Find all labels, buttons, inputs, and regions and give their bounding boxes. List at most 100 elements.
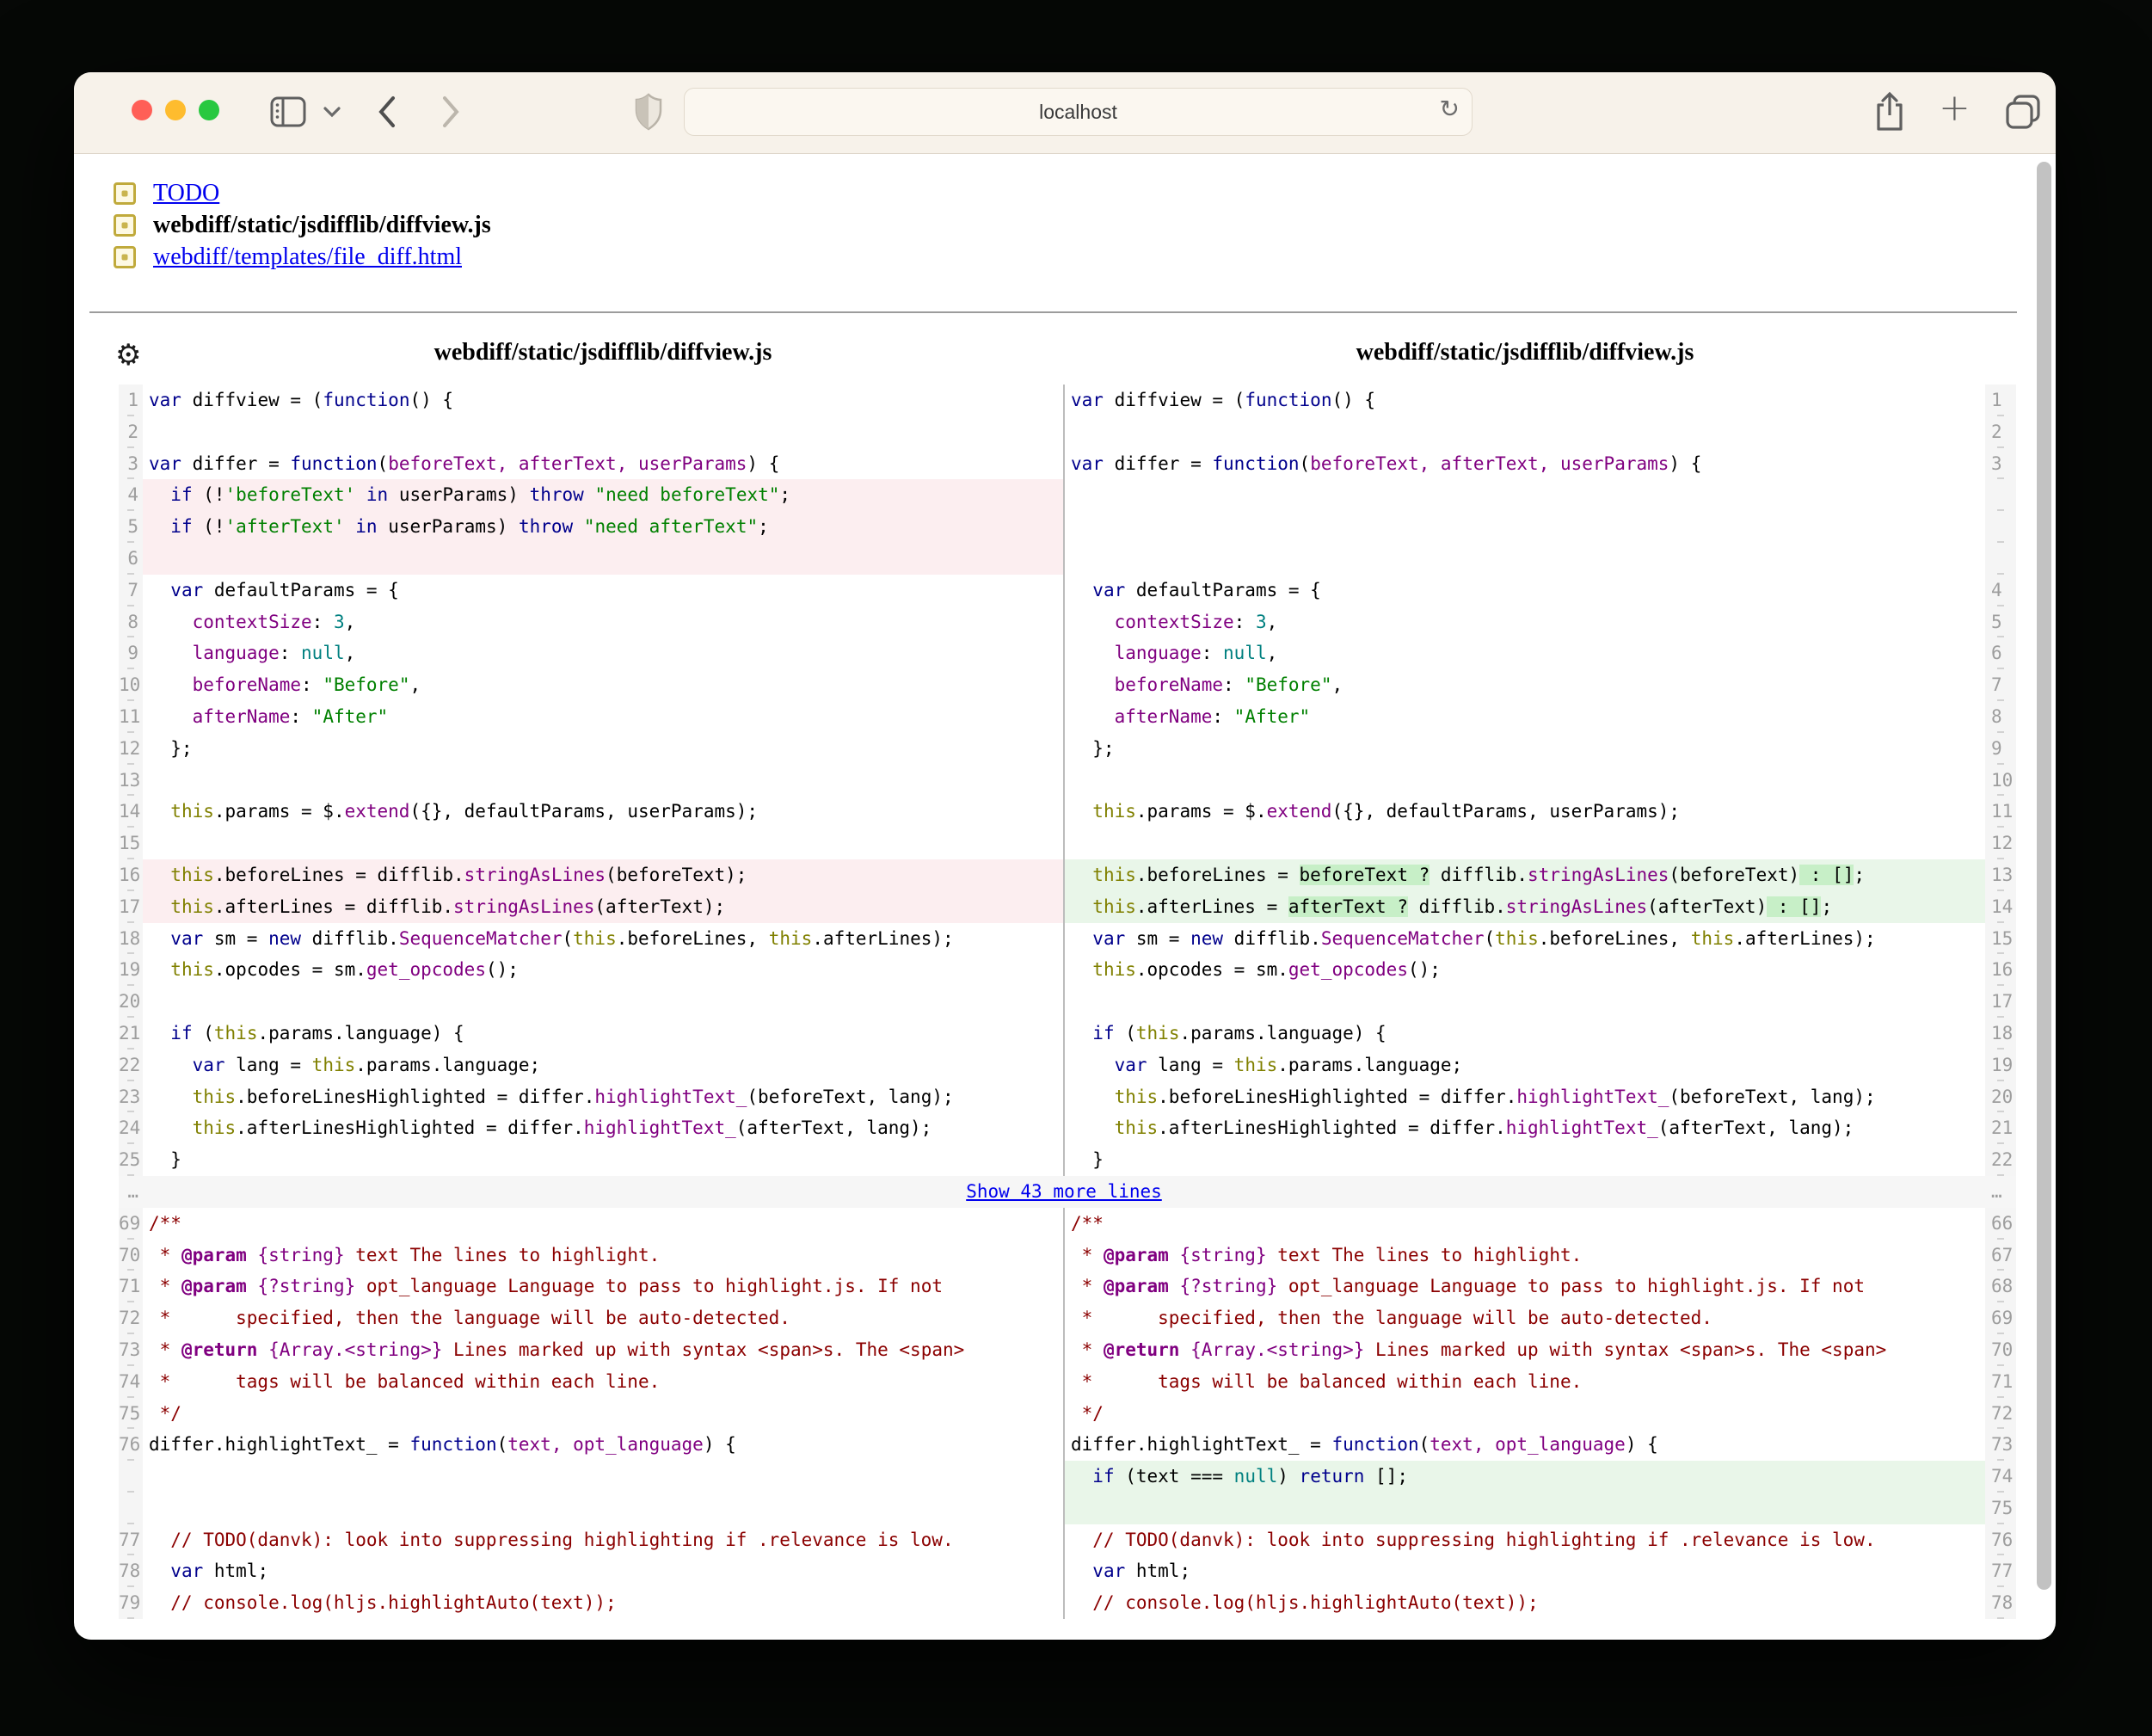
code-segment: difflib. <box>1223 928 1321 949</box>
right-line-number: 78 <box>1985 1587 2016 1619</box>
file-status-icon <box>114 214 136 237</box>
code-segment: (afterText, lang); <box>736 1117 932 1138</box>
back-icon[interactable] <box>377 95 397 129</box>
code-segment: contextSize <box>1115 612 1234 632</box>
code-segment: []; <box>1364 1466 1408 1487</box>
code-segment: this <box>214 1023 258 1043</box>
left-code-line: /** <box>143 1208 1063 1240</box>
minimize-window-button[interactable] <box>165 100 186 120</box>
code-segment: ; <box>1854 865 1865 885</box>
share-icon[interactable] <box>1873 91 1906 132</box>
code-segment: */ <box>1071 1403 1104 1424</box>
code-segment: this <box>170 801 214 822</box>
code-segment <box>1071 1561 1092 1581</box>
right-line-number: 10 <box>1985 765 2016 797</box>
diff-row: 5 if (!'afterText' in userParams) throw … <box>74 511 2016 543</box>
code-segment <box>149 896 170 917</box>
left-line-number: 2 <box>119 416 143 448</box>
file-link-file-diff[interactable]: webdiff/templates/file_diff.html <box>153 241 462 273</box>
shield-icon[interactable] <box>635 93 662 131</box>
code-segment: ( <box>1115 1023 1136 1043</box>
code-segment: in <box>366 484 388 505</box>
diff-row: 79 // console.log(hljs.highlightAuto(tex… <box>74 1587 2016 1619</box>
code-segment: difflib. <box>1408 896 1506 917</box>
code-segment: this <box>1092 801 1136 822</box>
code-segment: highlightText_ <box>584 1117 736 1138</box>
address-bar[interactable]: localhost ↻ <box>684 88 1473 136</box>
code-segment: .params.language) { <box>1179 1023 1386 1043</box>
left-code-line <box>143 1493 1063 1524</box>
right-code-line: // console.log(hljs.highlightAuto(text))… <box>1065 1587 1985 1619</box>
right-line-number: 77 <box>1985 1555 2016 1587</box>
left-margin <box>74 891 119 923</box>
right-code-line: if (this.params.language) { <box>1065 1018 1985 1050</box>
code-segment: this <box>170 865 214 885</box>
diff-row: 23 this.beforeLinesHighlighted = differ.… <box>74 1081 2016 1113</box>
code-segment: if <box>1092 1023 1114 1043</box>
code-segment <box>149 612 193 632</box>
sidebar-icon[interactable] <box>270 96 306 127</box>
zoom-window-button[interactable] <box>199 100 219 120</box>
code-segment: sm = <box>1125 928 1190 949</box>
tab-overview-icon[interactable] <box>2004 93 2042 131</box>
code-segment: "need afterText" <box>584 516 758 537</box>
code-segment <box>1071 959 1092 980</box>
code-segment <box>1071 1117 1115 1138</box>
right-code-line: var defaultParams = { <box>1065 575 1985 606</box>
code-segment <box>584 484 595 505</box>
right-line-number: 76 <box>1985 1524 2016 1556</box>
left-margin <box>74 1050 119 1081</box>
left-line-number: 77 <box>119 1524 143 1556</box>
code-segment: differ = <box>181 453 290 474</box>
code-segment: (beforeText, lang); <box>1669 1087 1875 1107</box>
diff-row: 12 }; };9 <box>74 733 2016 765</box>
code-segment: this <box>1092 896 1136 917</box>
code-segment: "Before" <box>1245 674 1331 695</box>
close-window-button[interactable] <box>132 100 152 120</box>
right-line-number: 73 <box>1985 1429 2016 1461</box>
code-segment: ; <box>779 484 790 505</box>
code-segment: * <box>149 1276 181 1296</box>
skip-band: …Show 43 more lines… <box>74 1176 2016 1208</box>
diff-row: 17 this.afterLines = difflib.stringAsLin… <box>74 891 2016 923</box>
left-line-number: 8 <box>119 606 143 638</box>
diff-row: 75 */ */72 <box>74 1398 2016 1430</box>
code-segment <box>345 516 356 537</box>
reload-icon[interactable]: ↻ <box>1440 95 1460 123</box>
chevron-down-icon[interactable] <box>323 107 341 118</box>
code-segment: * <box>149 1339 181 1360</box>
new-tab-icon[interactable]: + <box>1939 86 1971 130</box>
code-segment: text, opt_language <box>1430 1434 1626 1455</box>
show-more-link[interactable]: Show 43 more lines <box>966 1181 1162 1202</box>
code-segment: .afterLines = <box>1136 896 1288 917</box>
code-segment: @param <box>181 1245 247 1265</box>
left-code-line: this.beforeLines = difflib.stringAsLines… <box>143 859 1063 891</box>
code-segment: (afterText); <box>594 896 725 917</box>
left-margin <box>74 1018 119 1050</box>
code-segment <box>1071 928 1092 949</box>
code-segment: ) { <box>704 1434 736 1455</box>
code-segment: stringAsLines <box>1506 896 1647 917</box>
code-segment <box>149 674 193 695</box>
browser-window: localhost ↻ + TODO webdiff/static/jsdiff <box>74 72 2056 1640</box>
code-segment: this <box>1234 1055 1278 1075</box>
code-segment: .params = $. <box>1136 801 1267 822</box>
code-segment: (! <box>193 516 225 537</box>
gear-icon[interactable]: ⚙ <box>115 341 141 370</box>
left-margin <box>74 1271 119 1302</box>
diff-row: 22 var lang = this.params.language; var … <box>74 1050 2016 1081</box>
left-line-number: 12 <box>119 733 143 765</box>
code-segment: sm = <box>203 928 268 949</box>
file-link-todo[interactable]: TODO <box>153 177 219 209</box>
scrollbar[interactable] <box>2037 162 2051 1590</box>
diff-row: 25 } }22 <box>74 1144 2016 1176</box>
forward-icon[interactable] <box>440 95 461 129</box>
code-segment: this <box>1115 1087 1159 1107</box>
file-list-item: webdiff/templates/file_diff.html <box>74 241 2056 273</box>
diff-row: 72 * specified, then the language will b… <box>74 1302 2016 1334</box>
code-segment: function <box>290 453 377 474</box>
diff-table: 1var diffview = (function() {var diffvie… <box>74 385 2016 1619</box>
left-margin <box>74 1176 119 1208</box>
code-segment: .params.language; <box>1277 1055 1462 1075</box>
right-code-line <box>1065 543 1985 575</box>
